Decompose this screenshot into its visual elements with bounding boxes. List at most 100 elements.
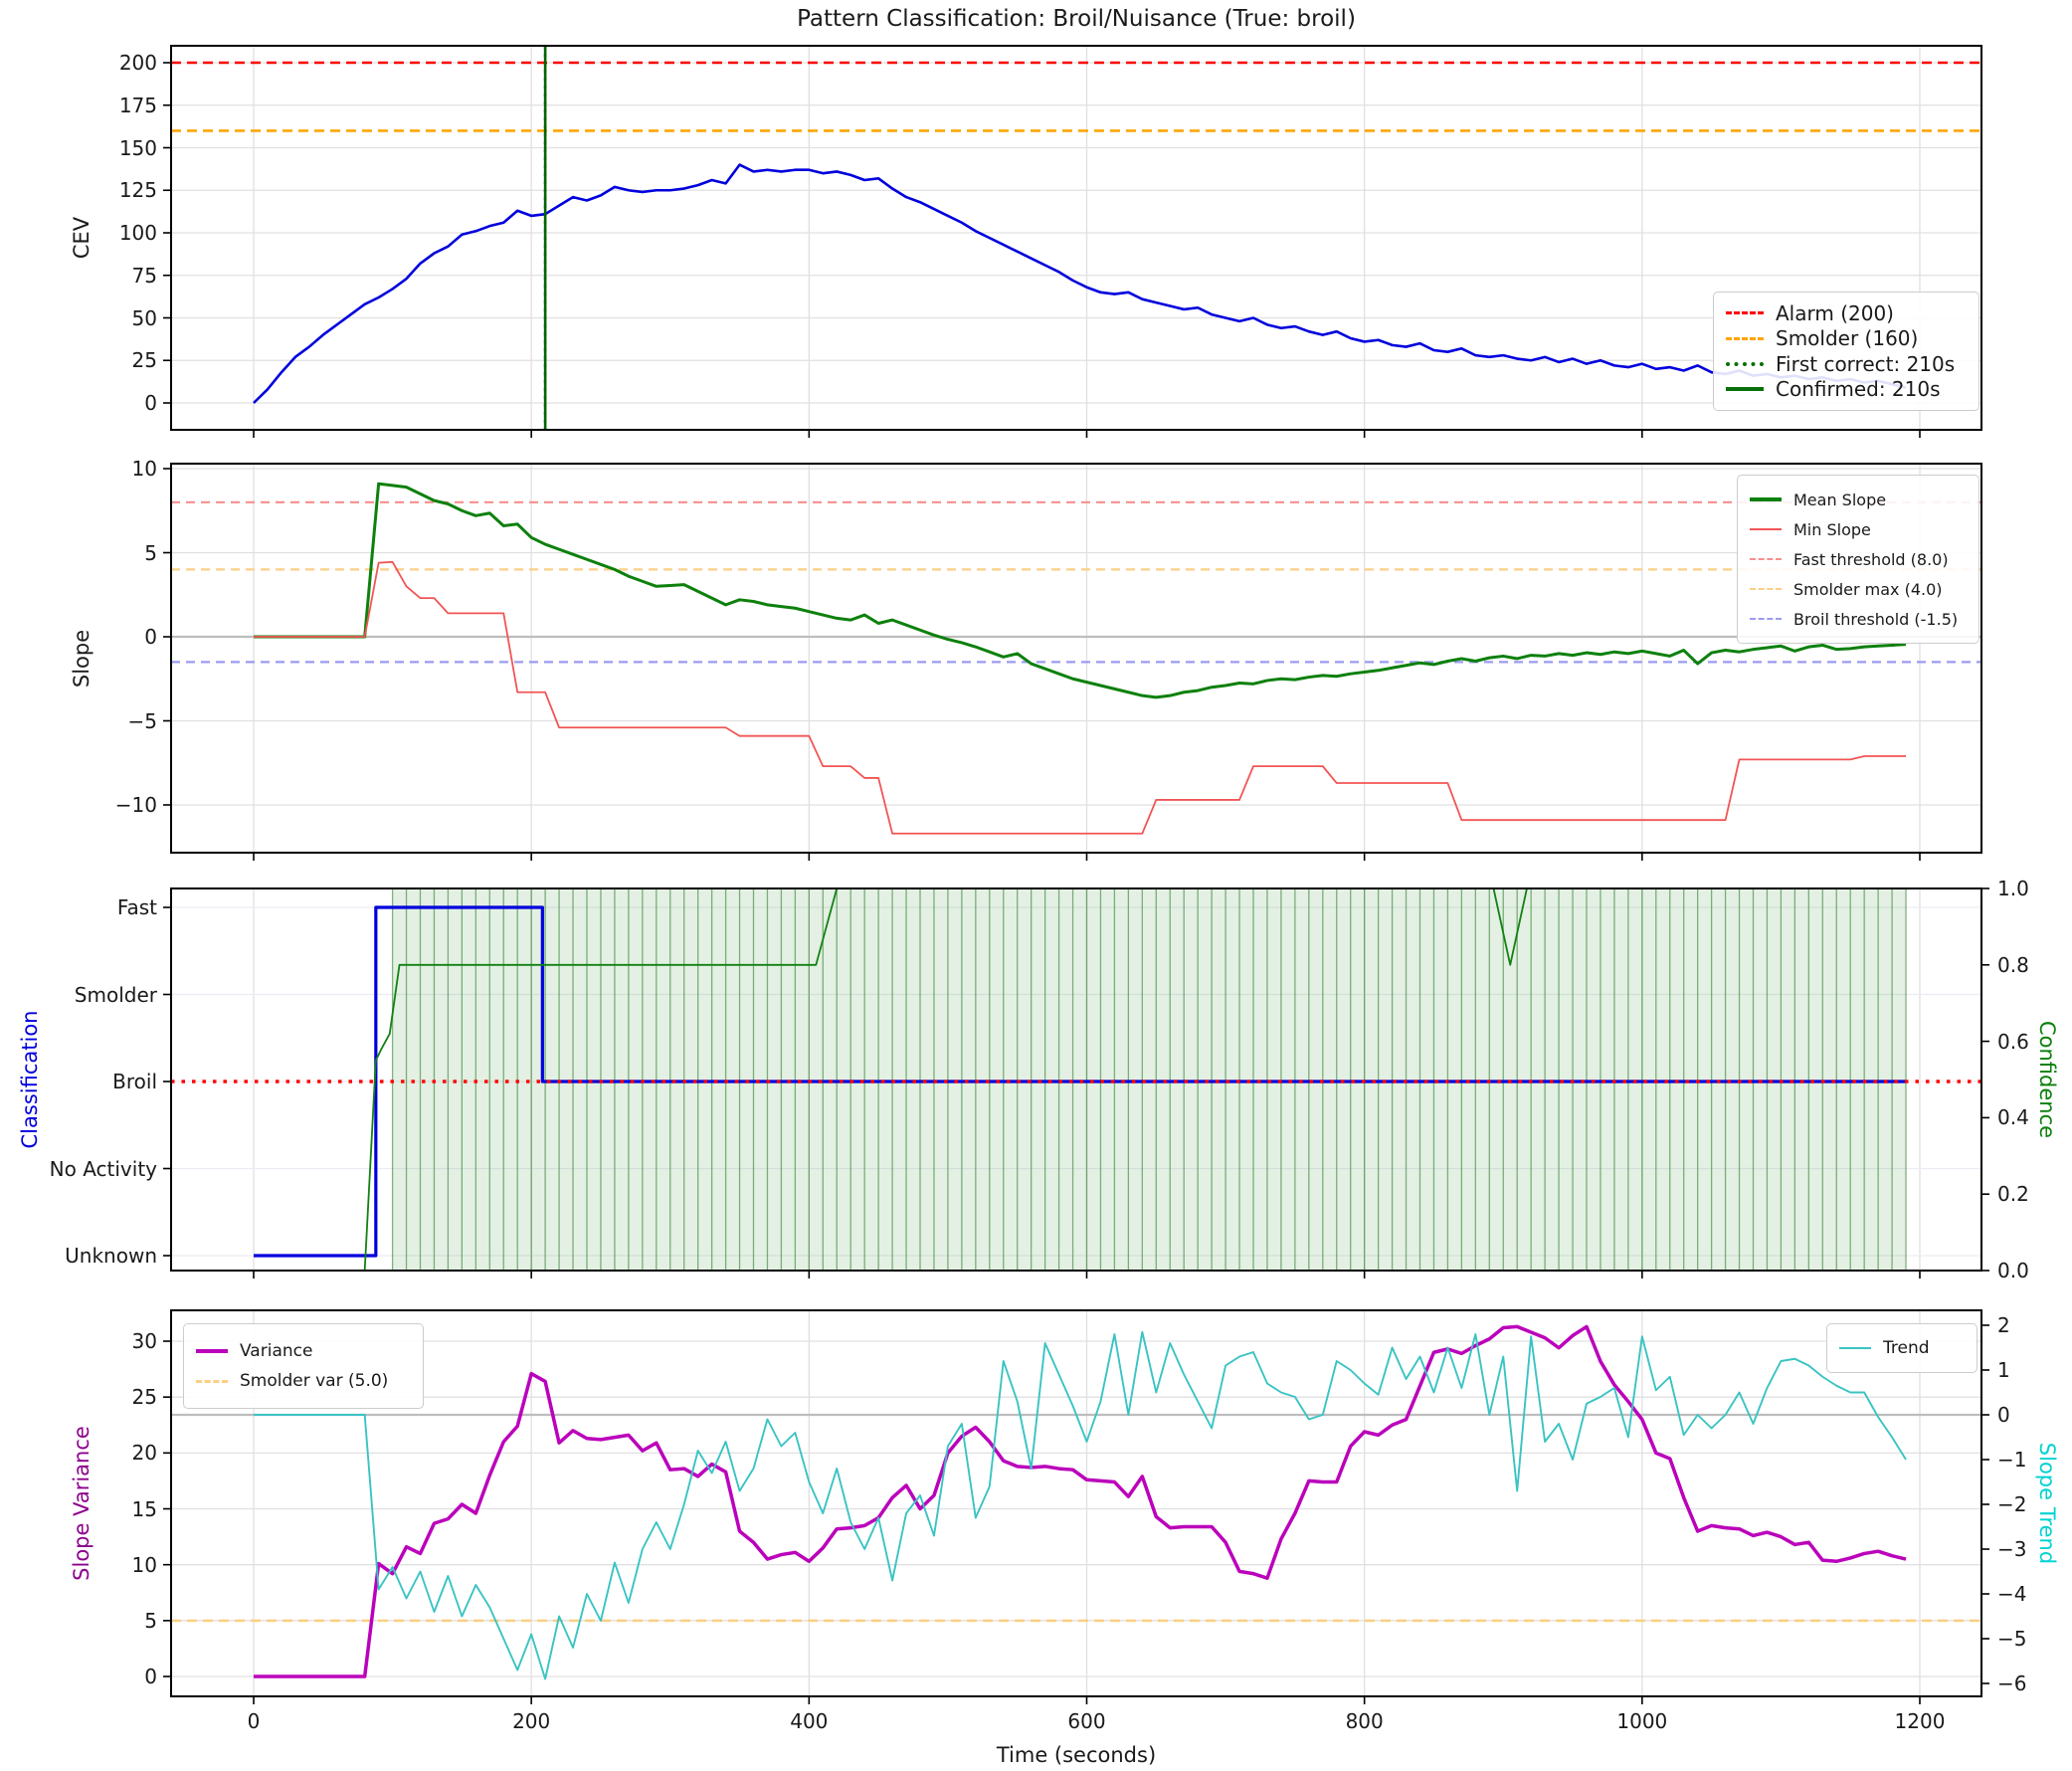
ytick-label: 200 (118, 51, 157, 75)
ytick-label: 5 (144, 1608, 157, 1633)
legend-item: Alarm (200) (1726, 300, 1967, 326)
y-axis-label: Slope (70, 629, 94, 688)
alarm-line-swatch (1726, 311, 1764, 315)
ytick-label: 100 (118, 221, 157, 245)
xtick-label: 400 (790, 1709, 829, 1733)
right-ytick-label: −3 (1997, 1537, 2027, 1561)
xtick-label: 1200 (1894, 1709, 1946, 1733)
legend-item: Mean Slope (1750, 485, 1967, 514)
series-cev (253, 163, 1907, 404)
broil-threshold-swatch (1750, 618, 1782, 620)
right-ytick-label: 0.2 (1997, 1182, 2029, 1207)
ytick-label: 75 (131, 263, 157, 288)
category-label: Fast (116, 895, 157, 919)
legend-label: Mean Slope (1793, 490, 1887, 509)
legend-label: Smolder var (5.0) (240, 1371, 389, 1391)
figure: Pattern Classification: Broil/Nuisance (… (0, 0, 2072, 1771)
xtick-label: 600 (1067, 1709, 1106, 1733)
ytick-label: 25 (131, 1385, 157, 1410)
right-y-axis-label: Confidence (2035, 1020, 2059, 1139)
legend-label: Fast threshold (8.0) (1793, 549, 1949, 569)
legend-item: Broil threshold (-1.5) (1750, 604, 1967, 634)
confirmed-region (392, 888, 1907, 1271)
right-ytick-label: −6 (1997, 1672, 2027, 1695)
legend-label: Variance (240, 1341, 313, 1361)
ytick-label: 175 (118, 93, 157, 117)
legend-item: Smolder max (4.0) (1750, 574, 1967, 604)
confirmed-line-swatch (1726, 387, 1764, 392)
legend-label: Broil threshold (-1.5) (1793, 609, 1959, 629)
category-label: Smolder (74, 982, 157, 1007)
smolder-max-swatch (1750, 588, 1782, 590)
first-correct-line-swatch (1726, 361, 1764, 366)
legend-cev: Alarm (200) Smolder (160) First correct:… (1713, 292, 1979, 411)
legend-item: Smolder (160) (1726, 326, 1967, 352)
legend-item: Min Slope (1750, 514, 1967, 544)
ytick-label: −5 (127, 708, 157, 733)
xtick-label: 800 (1345, 1709, 1384, 1733)
ytick-label: 0 (144, 625, 157, 649)
ytick-label: 150 (118, 135, 157, 160)
legend-item: First correct: 210s (1726, 351, 1967, 377)
mean-slope-swatch (1750, 497, 1782, 501)
legend-variance: Variance Smolder var (5.0) (183, 1323, 424, 1409)
ytick-label: −10 (114, 793, 157, 817)
y-axis-label: CEV (70, 216, 94, 260)
smolder-var-swatch (196, 1379, 228, 1383)
ytick-label: 10 (131, 457, 157, 481)
legend-label: First correct: 210s (1776, 351, 1956, 376)
right-ytick-label: 1.0 (1997, 877, 2029, 900)
legend-item: Confirmed: 210s (1726, 377, 1967, 403)
y-axis-label: Slope Variance (70, 1426, 94, 1581)
right-ytick-label: 0 (1997, 1403, 2010, 1427)
variance-swatch (196, 1349, 228, 1353)
xtick-label: 1000 (1616, 1709, 1668, 1733)
ytick-label: 20 (131, 1441, 157, 1466)
right-ytick-label: 0.8 (1997, 952, 2029, 977)
y-axis-label: Classification (18, 1010, 42, 1149)
right-ytick-label: 0.4 (1997, 1105, 2029, 1130)
legend-label: Trend (1883, 1338, 1930, 1358)
ytick-label: 50 (131, 305, 157, 330)
series-trend (254, 1330, 1907, 1680)
legend-label: Alarm (200) (1776, 300, 1894, 325)
legend-trend: Trend (1826, 1323, 1978, 1373)
legend-item: Fast threshold (8.0) (1750, 544, 1967, 574)
right-y-axis-label: Slope Trend (2035, 1442, 2059, 1565)
chart-title: Pattern Classification: Broil/Nuisance (… (797, 6, 1356, 32)
axes-spines (170, 463, 1982, 854)
fast-threshold-swatch (1750, 558, 1782, 560)
ytick-label: 0 (144, 391, 157, 415)
right-ytick-label: −4 (1997, 1582, 2027, 1606)
ytick-label: 15 (131, 1496, 157, 1521)
right-ytick-label: 2 (1997, 1313, 2010, 1337)
ytick-label: 125 (118, 178, 157, 203)
legend-label: Smolder max (4.0) (1793, 579, 1943, 599)
ytick-label: 0 (144, 1665, 157, 1688)
category-label: Broil (112, 1070, 157, 1093)
smolder-line-swatch (1726, 336, 1764, 340)
x-axis-label: Time (seconds) (996, 1743, 1157, 1767)
series-mean-slope (254, 482, 1907, 699)
legend-slope: Mean Slope Min Slope Fast threshold (8.0… (1737, 475, 1979, 644)
xtick-label: 0 (247, 1709, 261, 1733)
axes-spines (170, 1309, 1982, 1697)
xtick-label: 200 (512, 1709, 551, 1733)
ytick-label: 30 (131, 1329, 157, 1353)
right-ytick-label: 0.0 (1997, 1259, 2029, 1282)
legend-item: Smolder var (5.0) (196, 1366, 411, 1396)
right-ytick-label: 0.6 (1997, 1029, 2029, 1054)
legend-label: Smolder (160) (1776, 326, 1919, 351)
trend-swatch (1839, 1347, 1871, 1349)
right-ytick-label: −1 (1997, 1448, 2027, 1472)
legend-label: Min Slope (1793, 519, 1871, 539)
right-ytick-label: −2 (1997, 1492, 2027, 1516)
right-ytick-label: −5 (1997, 1627, 2027, 1651)
legend-label: Confirmed: 210s (1776, 377, 1941, 402)
min-slope-swatch (1750, 528, 1782, 530)
series-min-slope (254, 560, 1907, 835)
ytick-label: 10 (131, 1552, 157, 1577)
ytick-label: 5 (144, 540, 157, 565)
right-ytick-label: 1 (1997, 1358, 2010, 1382)
legend-item: Variance (196, 1336, 411, 1366)
